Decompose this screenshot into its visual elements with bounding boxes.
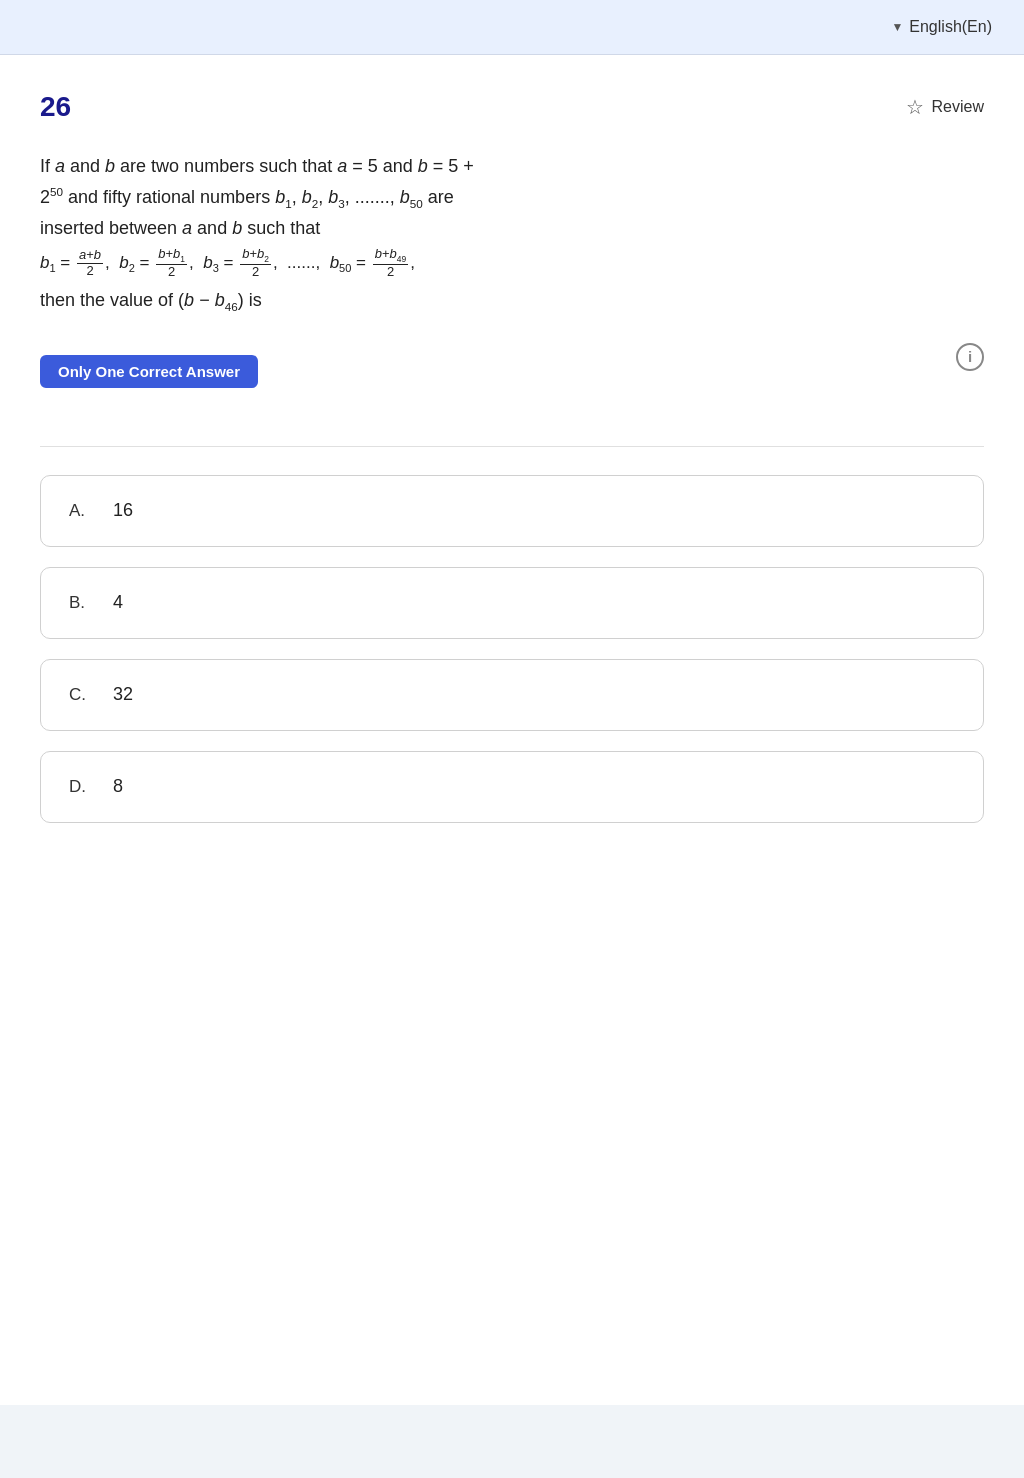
- top-bar: ▼ English(En): [0, 0, 1024, 55]
- option-b-value: 4: [113, 592, 123, 613]
- option-d-letter: D.: [69, 777, 91, 797]
- answer-type-badge: Only One Correct Answer: [40, 355, 258, 388]
- question-line-2: 250 and fifty rational numbers b1, b2, b…: [40, 182, 984, 213]
- option-c-value: 32: [113, 684, 133, 705]
- option-c-letter: C.: [69, 685, 91, 705]
- option-b[interactable]: B. 4: [40, 567, 984, 639]
- question-math: b1 = a+b2, b2 = b+b12, b3 = b+b22, .....…: [40, 244, 984, 281]
- question-number: 26: [40, 91, 71, 123]
- star-icon: ☆: [906, 95, 924, 119]
- language-label: English(En): [909, 18, 992, 36]
- option-d[interactable]: D. 8: [40, 751, 984, 823]
- question-line-3: inserted between a and b such that: [40, 213, 984, 244]
- main-content: 26 ☆ Review If a and b are two numbers s…: [0, 55, 1024, 1405]
- question-header: 26 ☆ Review: [40, 91, 984, 123]
- options-list: A. 16 B. 4 C. 32 D. 8: [40, 475, 984, 823]
- option-a[interactable]: A. 16: [40, 475, 984, 547]
- question-line-4: then the value of (b − b46) is: [40, 285, 984, 316]
- option-d-value: 8: [113, 776, 123, 797]
- review-button[interactable]: ☆ Review: [906, 95, 984, 119]
- question-line-1: If a and b are two numbers such that a =…: [40, 151, 984, 182]
- review-label: Review: [932, 98, 984, 116]
- chevron-down-icon: ▼: [891, 20, 903, 34]
- language-selector[interactable]: ▼ English(En): [891, 18, 992, 36]
- question-body: If a and b are two numbers such that a =…: [40, 151, 984, 317]
- option-c[interactable]: C. 32: [40, 659, 984, 731]
- option-a-letter: A.: [69, 501, 91, 521]
- divider: [40, 446, 984, 447]
- option-a-value: 16: [113, 500, 133, 521]
- option-b-letter: B.: [69, 593, 91, 613]
- info-icon[interactable]: i: [956, 343, 984, 371]
